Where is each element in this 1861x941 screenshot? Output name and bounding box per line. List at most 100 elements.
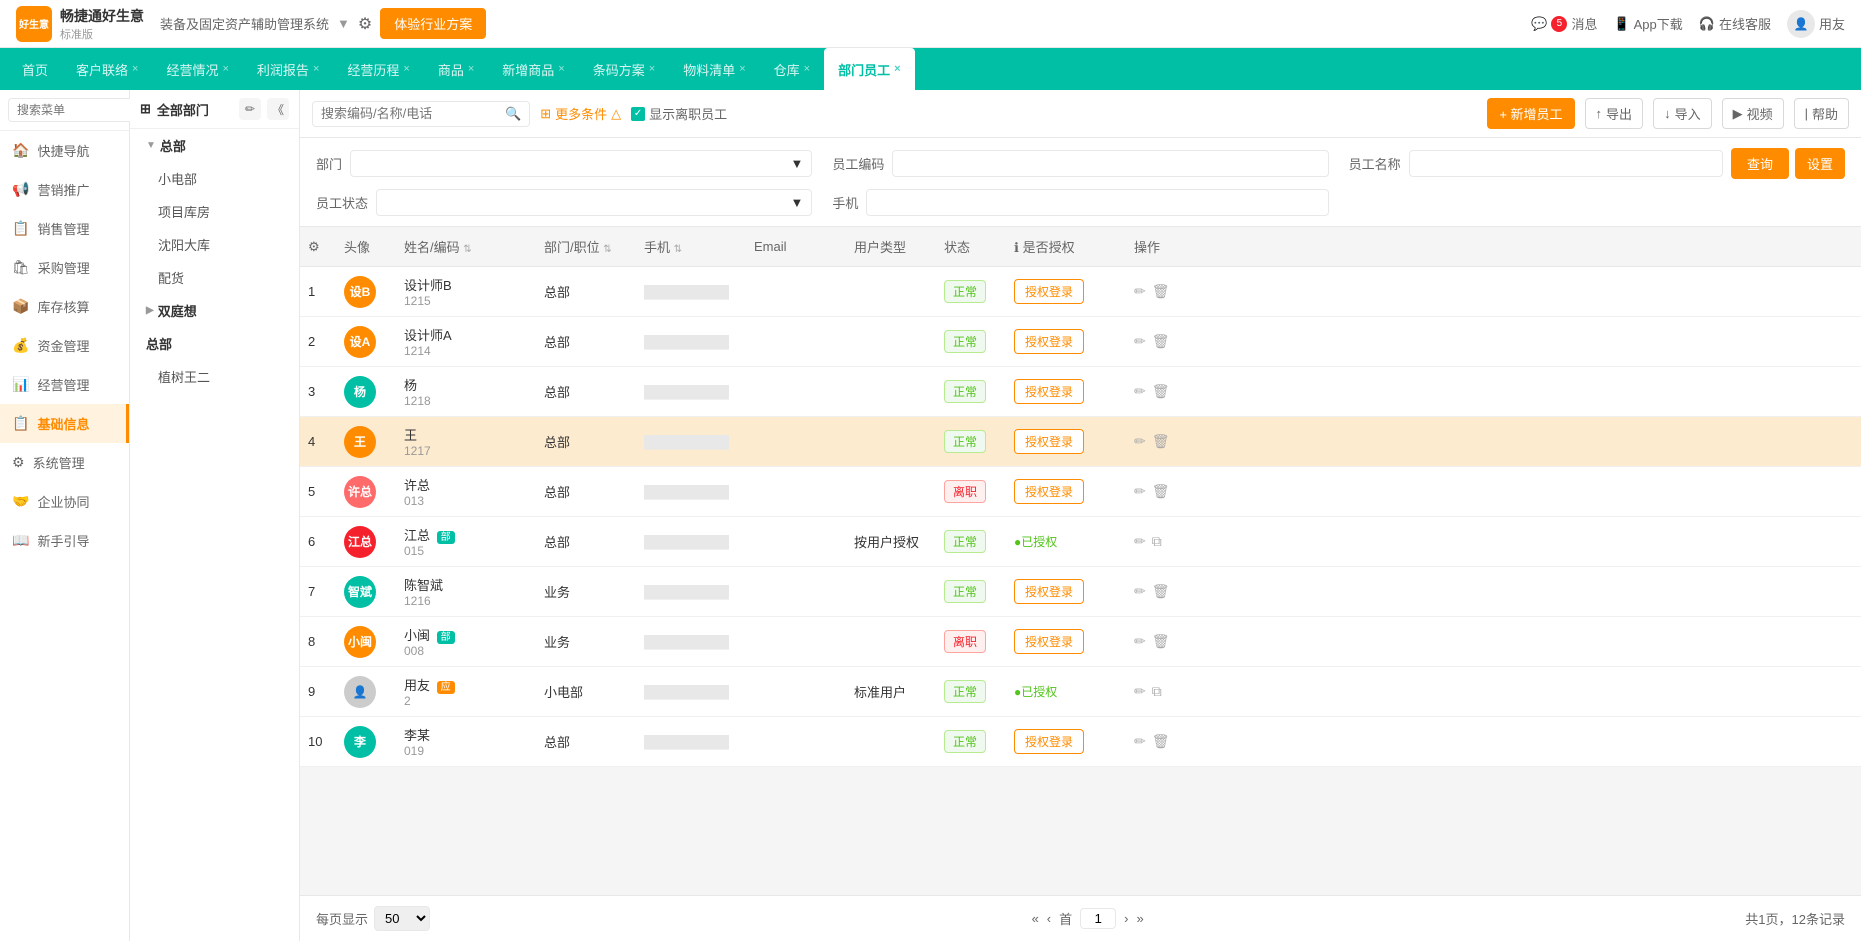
- emp-name-input[interactable]: [1409, 150, 1723, 177]
- dept-node-zongbu2[interactable]: 总部: [130, 327, 299, 360]
- delete-icon[interactable]: 🗑: [1152, 333, 1170, 350]
- delete-icon[interactable]: 🗑: [1152, 283, 1170, 300]
- auth-button[interactable]: 授权登录: [1014, 629, 1084, 654]
- employee-search-input[interactable]: [321, 106, 501, 121]
- auth-button[interactable]: 授权登录: [1014, 479, 1084, 504]
- tab-operations[interactable]: 经营情况 ×: [152, 48, 242, 90]
- delete-icon[interactable]: 🗑: [1152, 633, 1170, 650]
- tab-warehouse[interactable]: 仓库 ×: [760, 48, 824, 90]
- delete-icon[interactable]: 🗑: [1152, 483, 1170, 500]
- tab-employee-close[interactable]: ×: [894, 63, 900, 75]
- page-number-input[interactable]: [1080, 908, 1116, 929]
- sidebar-item-quick-nav[interactable]: 🏠 快捷导航: [0, 131, 129, 170]
- export-button[interactable]: ↑ 导出: [1585, 98, 1644, 129]
- phone-sort-icon[interactable]: ⇅: [674, 244, 682, 255]
- sidebar-item-finance[interactable]: 💰 资金管理: [0, 326, 129, 365]
- tab-goods-close[interactable]: ×: [468, 63, 474, 75]
- tab-profit-close[interactable]: ×: [313, 63, 319, 75]
- add-employee-button[interactable]: + 新增员工: [1487, 98, 1574, 129]
- tab-employee[interactable]: 部门员工 ×: [824, 48, 914, 90]
- edit-icon[interactable]: ✏: [1134, 433, 1146, 450]
- tab-warehouse-close[interactable]: ×: [804, 63, 810, 75]
- dept-node-shuangting[interactable]: ▶ 双庭想: [130, 294, 299, 327]
- tab-add-goods[interactable]: 新增商品 ×: [488, 48, 578, 90]
- edit-icon[interactable]: ✏: [1134, 533, 1146, 550]
- dept-node-shenyang[interactable]: 沈阳大库: [130, 228, 299, 261]
- message-button[interactable]: 💬 5 消息: [1531, 14, 1597, 33]
- tab-customer-close[interactable]: ×: [132, 63, 138, 75]
- system-dropdown-arrow[interactable]: ▼: [337, 16, 350, 31]
- copy-icon[interactable]: ⧉: [1152, 683, 1162, 700]
- import-button[interactable]: ↓ 导入: [1653, 98, 1712, 129]
- video-button[interactable]: ▶ 视频: [1722, 98, 1784, 129]
- edit-icon[interactable]: ✏: [1134, 633, 1146, 650]
- tab-add-goods-close[interactable]: ×: [558, 63, 564, 75]
- auth-button[interactable]: 授权登录: [1014, 429, 1084, 454]
- tab-bom[interactable]: 物料清单 ×: [669, 48, 759, 90]
- gear-icon[interactable]: ⚙: [358, 14, 372, 34]
- sidebar-item-system[interactable]: ⚙ 系统管理: [0, 443, 129, 482]
- auth-button[interactable]: 授权登录: [1014, 579, 1084, 604]
- next-page-button[interactable]: ›: [1124, 911, 1128, 926]
- dept-node-zongbu[interactable]: ▼ 总部: [130, 129, 299, 162]
- auth-button[interactable]: 授权登录: [1014, 279, 1084, 304]
- emp-status-select[interactable]: ▼: [376, 189, 812, 216]
- delete-icon[interactable]: 🗑: [1152, 733, 1170, 750]
- emp-code-input[interactable]: [892, 150, 1328, 177]
- tab-barcode-close[interactable]: ×: [649, 63, 655, 75]
- name-sort-icon[interactable]: ⇅: [463, 244, 471, 255]
- sidebar-item-operations[interactable]: 📊 经营管理: [0, 365, 129, 404]
- tab-customer[interactable]: 客户联络 ×: [62, 48, 152, 90]
- dept-node-zhishu[interactable]: 植树王二: [130, 360, 299, 393]
- dept-filter-select[interactable]: ▼: [350, 150, 812, 177]
- edit-icon[interactable]: ✏: [1134, 383, 1146, 400]
- dept-edit-icon[interactable]: ✏: [239, 98, 261, 120]
- sidebar-item-marketing[interactable]: 📢 营销推广: [0, 170, 129, 209]
- edit-icon[interactable]: ✏: [1134, 683, 1146, 700]
- last-page-button[interactable]: »: [1137, 911, 1144, 926]
- dept-sort-icon[interactable]: ⇅: [603, 244, 611, 255]
- tab-profit[interactable]: 利润报告 ×: [243, 48, 333, 90]
- tab-barcode[interactable]: 条码方案 ×: [579, 48, 669, 90]
- dept-collapse-icon[interactable]: 《: [267, 98, 289, 120]
- delete-icon[interactable]: 🗑: [1152, 583, 1170, 600]
- col-settings[interactable]: ⚙: [300, 227, 336, 267]
- copy-icon[interactable]: ⧉: [1152, 533, 1162, 550]
- sidebar-item-purchase[interactable]: 🛍 采购管理: [0, 248, 129, 287]
- edit-icon[interactable]: ✏: [1134, 583, 1146, 600]
- sidebar-item-enterprise[interactable]: 🤝 企业协同: [0, 482, 129, 521]
- tab-journey-close[interactable]: ×: [403, 63, 409, 75]
- sidebar-item-basic[interactable]: 📋 基础信息: [0, 404, 129, 443]
- col-name-code[interactable]: 姓名/编码 ⇅: [396, 227, 536, 267]
- help-button[interactable]: | 帮助: [1794, 98, 1849, 129]
- delete-icon[interactable]: 🗑: [1152, 433, 1170, 450]
- sidebar-item-guide[interactable]: 📖 新手引导: [0, 521, 129, 560]
- sidebar-item-inventory[interactable]: 📦 库存核算: [0, 287, 129, 326]
- tab-journey[interactable]: 经营历程 ×: [333, 48, 423, 90]
- edit-icon[interactable]: ✏: [1134, 733, 1146, 750]
- tab-bom-close[interactable]: ×: [739, 63, 745, 75]
- prev-page-button[interactable]: ‹: [1047, 911, 1051, 926]
- edit-icon[interactable]: ✏: [1134, 483, 1146, 500]
- auth-button[interactable]: 授权登录: [1014, 729, 1084, 754]
- trial-button[interactable]: 体验行业方案: [380, 8, 486, 39]
- tab-operations-close[interactable]: ×: [222, 63, 228, 75]
- delete-icon[interactable]: 🗑: [1152, 383, 1170, 400]
- dept-node-xiangmu[interactable]: 项目库房: [130, 195, 299, 228]
- edit-icon[interactable]: ✏: [1134, 283, 1146, 300]
- dept-node-peihuo[interactable]: 配货: [130, 261, 299, 294]
- online-service-button[interactable]: 🎧 在线客服: [1699, 14, 1771, 33]
- filter-reset-button[interactable]: 设置: [1795, 148, 1845, 179]
- first-page-button[interactable]: «: [1032, 911, 1039, 926]
- user-menu[interactable]: 👤 用友: [1787, 10, 1845, 38]
- phone-input[interactable]: [866, 189, 1328, 216]
- app-download-button[interactable]: 📱 App下载: [1613, 14, 1682, 33]
- col-phone[interactable]: 手机 ⇅: [636, 227, 746, 267]
- page-size-select[interactable]: 50 100 200: [374, 906, 430, 931]
- show-resigned-toggle[interactable]: ✓ 显示离职员工: [631, 104, 727, 123]
- tab-goods[interactable]: 商品 ×: [424, 48, 488, 90]
- col-dept-position[interactable]: 部门/职位 ⇅: [536, 227, 636, 267]
- more-conditions-toggle[interactable]: ⊞ 更多条件 △: [540, 104, 621, 123]
- auth-button[interactable]: 授权登录: [1014, 379, 1084, 404]
- edit-icon[interactable]: ✏: [1134, 333, 1146, 350]
